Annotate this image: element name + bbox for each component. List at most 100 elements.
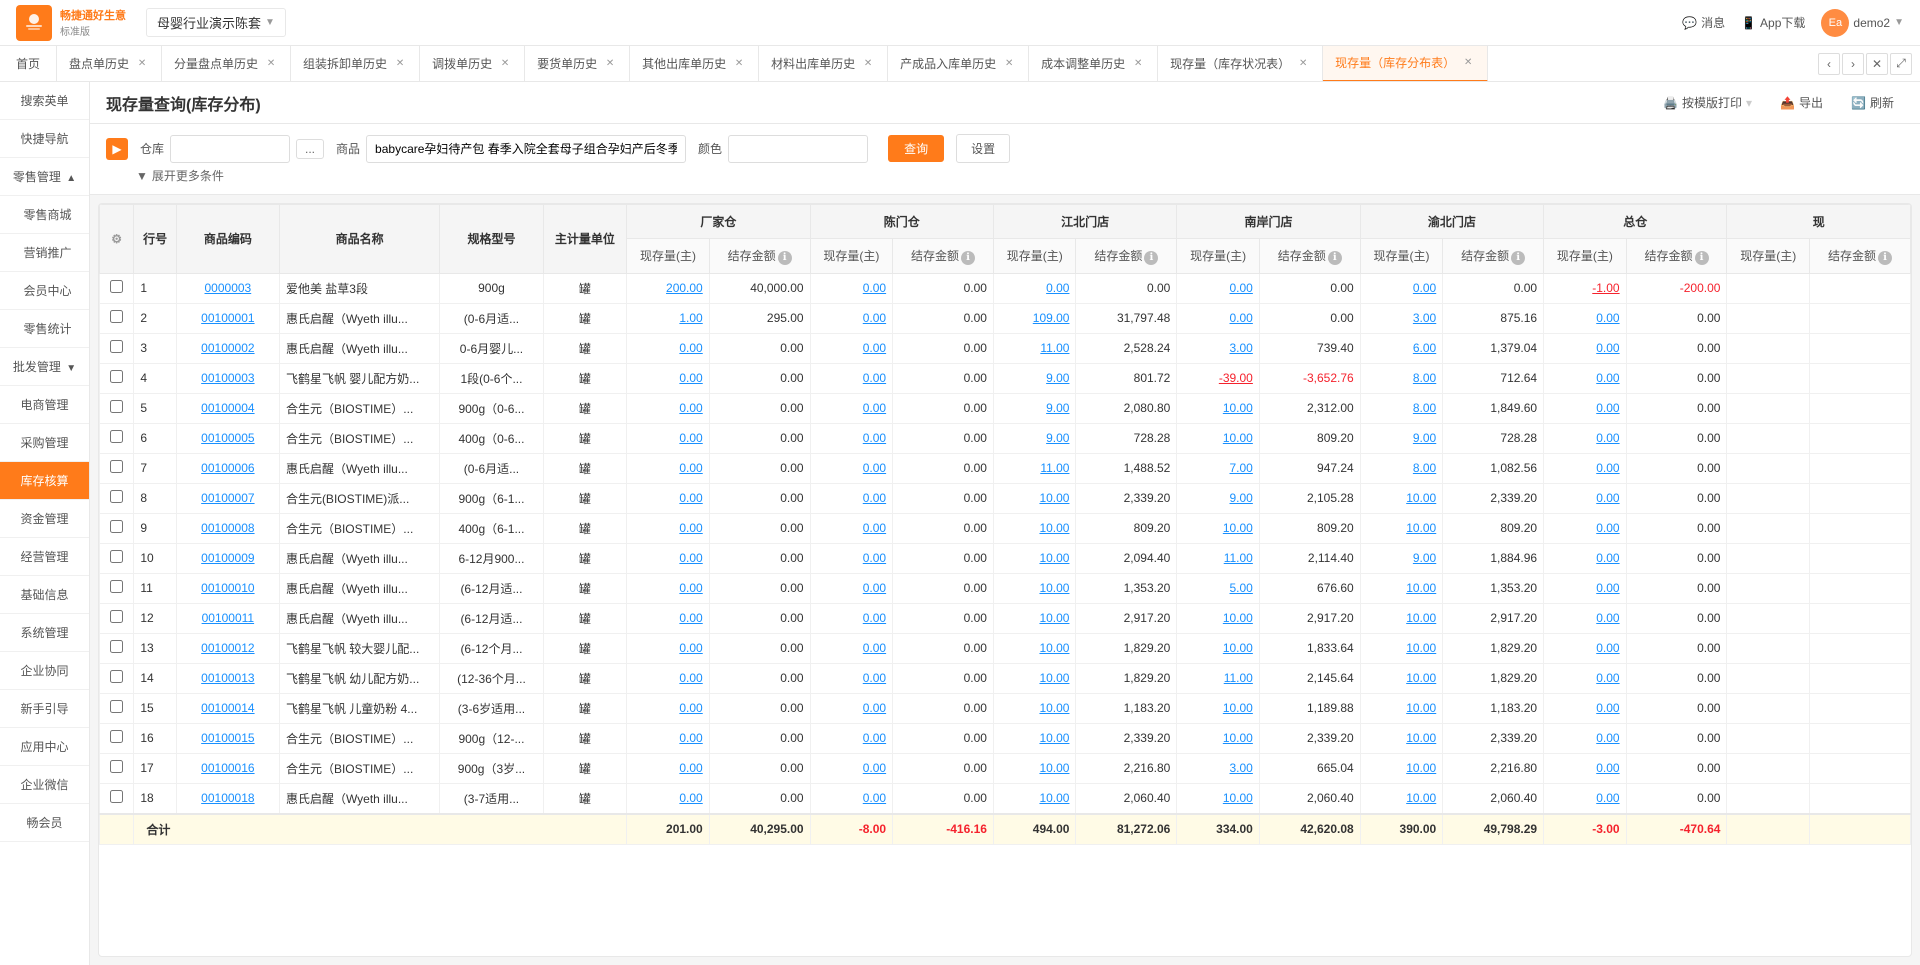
- info-fac-icon[interactable]: ℹ: [778, 251, 792, 265]
- info-nanan-icon[interactable]: ℹ: [1328, 251, 1342, 265]
- sidebar-item-member[interactable]: 会员中心: [0, 272, 89, 310]
- info-total-icon[interactable]: ℹ: [1695, 251, 1709, 265]
- tab-product-in[interactable]: 产成品入库单历史 ✕: [888, 46, 1029, 82]
- sidebar-item-enterprise[interactable]: 企业协同: [0, 652, 89, 690]
- close-tab-icon[interactable]: ✕: [498, 57, 512, 71]
- sidebar-item-retail-stats[interactable]: 零售统计: [0, 310, 89, 348]
- close-tab-icon[interactable]: ✕: [861, 57, 875, 71]
- sidebar-item-marketing[interactable]: 营销推广: [0, 234, 89, 272]
- filter-expand-btn[interactable]: ▶: [106, 138, 128, 160]
- cell-checkbox[interactable]: [100, 483, 134, 513]
- settings-btn[interactable]: 设置: [956, 134, 1010, 163]
- cell-checkbox[interactable]: [100, 603, 134, 633]
- tab-order[interactable]: 要货单历史 ✕: [525, 46, 630, 82]
- sidebar-item-system[interactable]: 系统管理: [0, 614, 89, 652]
- cell-checkbox[interactable]: [100, 303, 134, 333]
- sidebar-item-retail[interactable]: 零售管理 ▲: [0, 158, 89, 196]
- warehouse-ellipsis-btn[interactable]: ...: [296, 139, 324, 159]
- tab-expand-btn[interactable]: ⤢: [1890, 53, 1912, 75]
- cell-chen-qty: 0.00: [810, 753, 893, 783]
- cell-checkbox[interactable]: [100, 543, 134, 573]
- close-tab-icon[interactable]: ✕: [1002, 57, 1016, 71]
- tab-other-out[interactable]: 其他出库单历史 ✕: [630, 46, 759, 82]
- gear-icon[interactable]: ⚙: [111, 232, 122, 246]
- user-area[interactable]: Ea demo2 ▼: [1821, 9, 1904, 37]
- close-tab-icon[interactable]: ✕: [135, 57, 149, 71]
- cell-checkbox[interactable]: [100, 513, 134, 543]
- cell-checkbox[interactable]: [100, 393, 134, 423]
- cell-checkbox[interactable]: [100, 633, 134, 663]
- close-tab-icon[interactable]: ✕: [1131, 57, 1145, 71]
- cell-nanan-qty: 10.00: [1177, 603, 1260, 633]
- cell-fac-qty: 0.00: [627, 603, 710, 633]
- refresh-btn[interactable]: 🔄 刷新: [1841, 90, 1904, 115]
- message-btn[interactable]: 💬 消息: [1682, 14, 1725, 31]
- cell-checkbox[interactable]: [100, 723, 134, 753]
- color-input[interactable]: [728, 135, 868, 163]
- cell-unit: 罐: [543, 363, 627, 393]
- sidebar-item-finance[interactable]: 资金管理: [0, 500, 89, 538]
- sidebar-item-inventory[interactable]: 库存核算: [0, 462, 89, 500]
- tab-cost-adjust[interactable]: 成本调整单历史 ✕: [1029, 46, 1158, 82]
- sidebar-item-search[interactable]: 搜索英单: [0, 82, 89, 120]
- sidebar-item-retail-shop[interactable]: 零售商城: [0, 196, 89, 234]
- tab-prev-btn[interactable]: ‹: [1818, 53, 1840, 75]
- tab-material-out[interactable]: 材料出库单历史 ✕: [759, 46, 888, 82]
- tab-stock-dist[interactable]: 现存量（库存分布表） ✕: [1323, 46, 1488, 82]
- close-tab-icon[interactable]: ✕: [264, 57, 278, 71]
- sidebar-item-appstore[interactable]: 应用中心: [0, 728, 89, 766]
- sidebar-item-operations[interactable]: 经营管理: [0, 538, 89, 576]
- goods-input[interactable]: [366, 135, 686, 163]
- cell-checkbox[interactable]: [100, 783, 134, 814]
- tab-assembly[interactable]: 组装拆卸单历史 ✕: [291, 46, 420, 82]
- th-jiangbei-amt: 结存金额ℹ: [1076, 239, 1177, 274]
- sidebar-item-shortcut[interactable]: 快捷导航: [0, 120, 89, 158]
- tab-split-count[interactable]: 分量盘点单历史 ✕: [162, 46, 291, 82]
- sidebar-item-guide[interactable]: 新手引导: [0, 690, 89, 728]
- close-tab-icon[interactable]: ✕: [603, 57, 617, 71]
- warehouse-input[interactable]: [170, 135, 290, 163]
- cell-checkbox[interactable]: [100, 363, 134, 393]
- tab-transfer[interactable]: 调拨单历史 ✕: [420, 46, 525, 82]
- cell-checkbox[interactable]: [100, 453, 134, 483]
- table-container[interactable]: ⚙ 行号 商品编码 商品名称 规格型号 主计量单位 厂家仓 陈门仓 江北门店 南…: [98, 203, 1912, 957]
- cell-checkbox[interactable]: [100, 693, 134, 723]
- info-chen-icon[interactable]: ℹ: [961, 251, 975, 265]
- tab-stock-status[interactable]: 现存量（库存状况表） ✕: [1158, 46, 1323, 82]
- sidebar-item-ecommerce[interactable]: 电商管理: [0, 386, 89, 424]
- cell-name: 合生元(BIOSTIME)派...: [279, 483, 439, 513]
- table-row: 16 00100015 合生元（BIOSTIME）... 900g（12-...…: [100, 723, 1911, 753]
- cell-checkbox[interactable]: [100, 273, 134, 303]
- cell-checkbox[interactable]: [100, 333, 134, 363]
- sidebar-item-purchase[interactable]: 采购管理: [0, 424, 89, 462]
- sidebar-item-members[interactable]: 畅会员: [0, 804, 89, 842]
- tab-home[interactable]: 首页: [0, 46, 57, 82]
- cell-spec: (6-12月适...: [440, 573, 543, 603]
- sidebar-item-basic[interactable]: 基础信息: [0, 576, 89, 614]
- info-jiangbei-icon[interactable]: ℹ: [1144, 251, 1158, 265]
- cell-checkbox[interactable]: [100, 753, 134, 783]
- cell-jiangbei-qty: 10.00: [993, 513, 1076, 543]
- th-nanan-qty: 现存量(主): [1177, 239, 1260, 274]
- sidebar-item-wholesale[interactable]: 批发管理 ▼: [0, 348, 89, 386]
- company-selector[interactable]: 母婴行业演示陈套 ▼: [146, 8, 286, 37]
- sidebar-item-wecom[interactable]: 企业微信: [0, 766, 89, 804]
- close-tab-icon[interactable]: ✕: [1296, 57, 1310, 71]
- filter-expand-link[interactable]: ▼ 展开更多条件: [136, 167, 1904, 184]
- app-download-btn[interactable]: 📱 App下载: [1741, 14, 1805, 31]
- cell-checkbox[interactable]: [100, 423, 134, 453]
- close-tab-icon[interactable]: ✕: [1461, 56, 1475, 70]
- info-yubeimen-icon[interactable]: ℹ: [1511, 251, 1525, 265]
- tab-close-btn[interactable]: ✕: [1866, 53, 1888, 75]
- tab-next-btn[interactable]: ›: [1842, 53, 1864, 75]
- th-gear[interactable]: ⚙: [100, 205, 134, 274]
- info-cur-icon[interactable]: ℹ: [1878, 251, 1892, 265]
- cell-checkbox[interactable]: [100, 663, 134, 693]
- cell-checkbox[interactable]: [100, 573, 134, 603]
- query-btn[interactable]: 查询: [888, 135, 944, 162]
- tab-inventory-count[interactable]: 盘点单历史 ✕: [57, 46, 162, 82]
- close-tab-icon[interactable]: ✕: [732, 57, 746, 71]
- print-btn[interactable]: 🖨️ 按模版打印 ▾: [1653, 90, 1762, 115]
- close-tab-icon[interactable]: ✕: [393, 57, 407, 71]
- export-btn[interactable]: 📤 导出: [1770, 90, 1833, 115]
